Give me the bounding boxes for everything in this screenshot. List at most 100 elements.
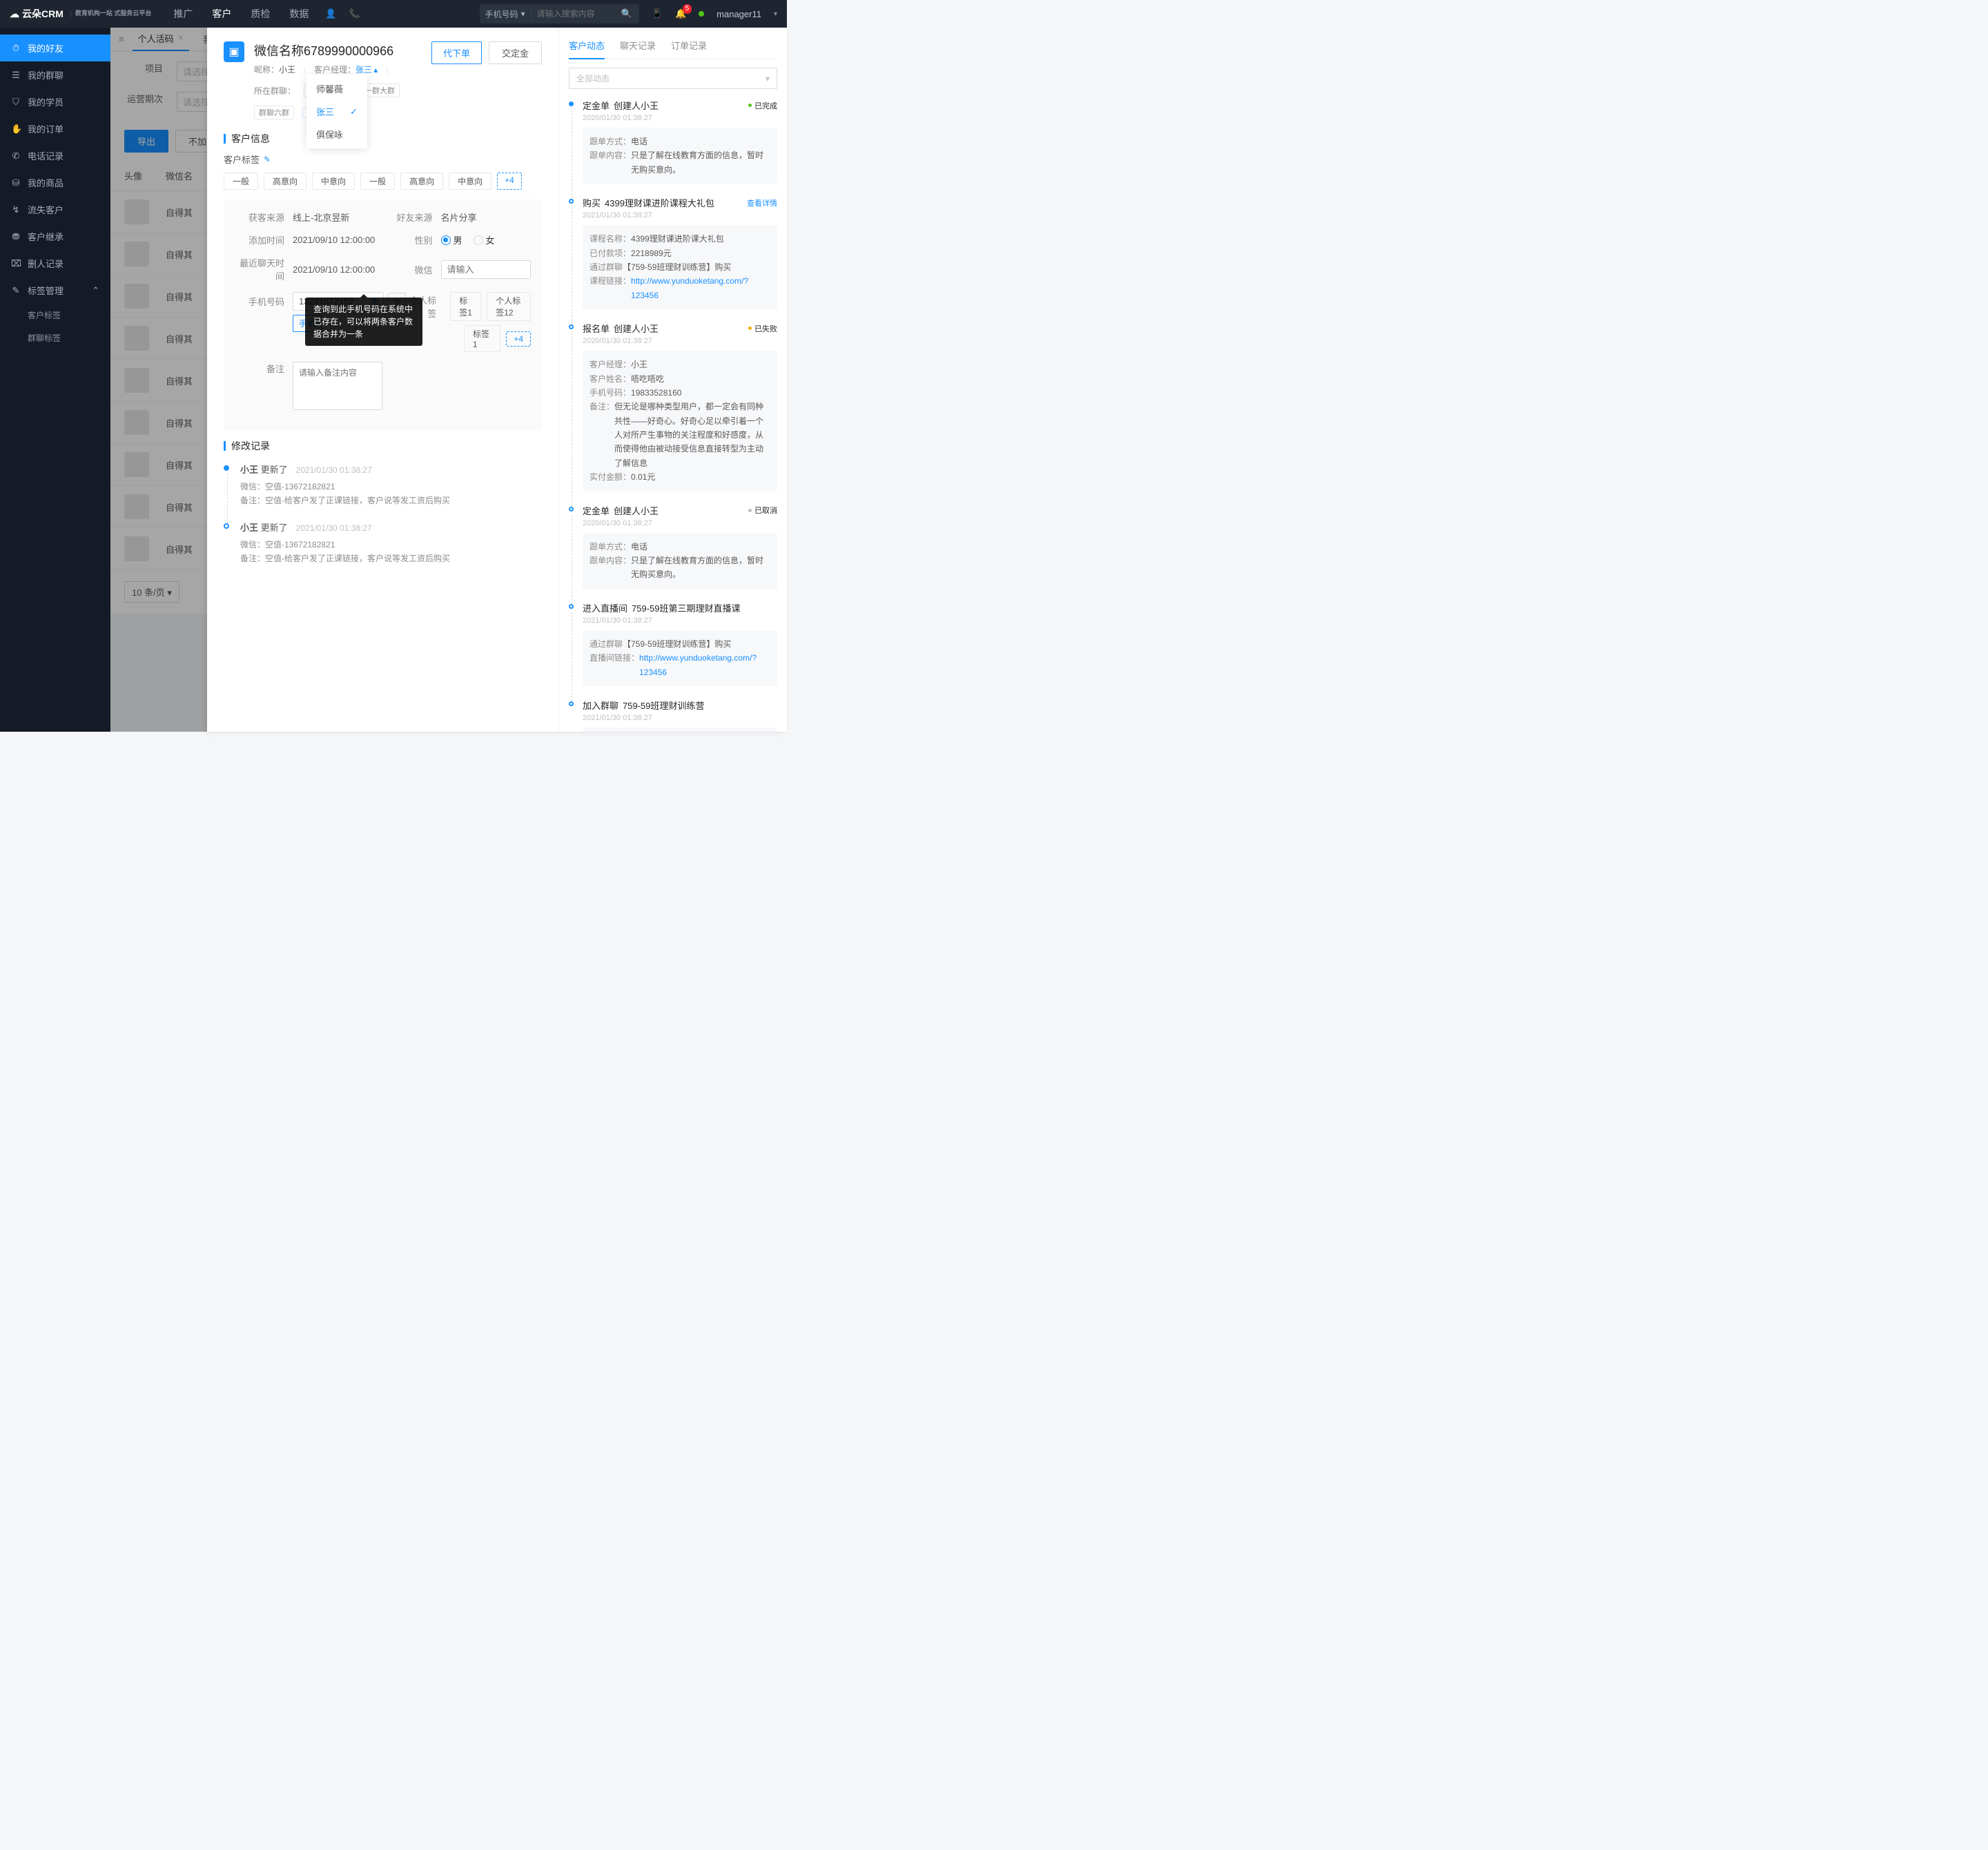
tab-orders[interactable]: 订单记录	[671, 39, 707, 59]
chevron-up-icon: ⌃	[92, 285, 99, 296]
sidebar-item-1[interactable]: ☰我的群聊	[0, 61, 110, 88]
header-actions: 代下单 交定金	[431, 41, 542, 64]
detail-right: 客户动态 聊天记录 订单记录 全部动态▾ 定金单创建人小王已完成2020/01/…	[559, 28, 787, 732]
tag[interactable]: 中意向	[449, 173, 491, 190]
tag[interactable]: 高意向	[400, 173, 443, 190]
topnav-promo[interactable]: 推广	[173, 7, 193, 21]
sidebar-icon: ☰	[11, 70, 21, 81]
tab-activity[interactable]: 客户动态	[569, 39, 605, 59]
group-tag[interactable]: 群聊六群	[254, 106, 294, 119]
activity-filter[interactable]: 全部动态▾	[569, 68, 777, 89]
radio-male[interactable]: 男	[441, 233, 462, 246]
section-customer-info: 客户信息	[224, 132, 542, 146]
sidebar-icon: ✆	[11, 150, 21, 162]
timeline-item: 加入群聊759-59班理财训练营2021/01/30 01:38:27入群方式：…	[569, 699, 777, 732]
bell-badge: 5	[683, 4, 692, 14]
sidebar-item-8[interactable]: ⌧删人记录	[0, 250, 110, 277]
sidebar-icon: ✋	[11, 124, 21, 135]
tag-more[interactable]: +4	[497, 173, 522, 190]
sidebar-icon: ↯	[11, 204, 21, 215]
sidebar-item-3[interactable]: ✋我的订单	[0, 115, 110, 142]
manager-dropdown-trigger[interactable]: 张三 ▴	[355, 64, 378, 75]
search-input[interactable]	[532, 9, 614, 19]
chevron-down-icon[interactable]: ▾	[774, 10, 777, 18]
sidebar: ⏱我的好友☰我的群聊⛉我的学员✋我的订单✆电话记录⛁我的商品↯流失客户⛃客户继承…	[0, 28, 110, 732]
timeline-item: 报名单创建人小王已失败2020/01/30 01:38:27客户经理：小王客户姓…	[569, 322, 777, 504]
tag[interactable]: 一般	[224, 173, 258, 190]
sidebar-sub-group-tag[interactable]: 群聊标签	[28, 327, 110, 349]
sidebar-icon: ⛁	[11, 177, 21, 188]
sidebar-icon: ✎	[11, 285, 21, 296]
timeline-item: 定金单创建人小王已取消2020/01/30 01:38:27跟单方式：电话跟单内…	[569, 504, 777, 601]
radio-female[interactable]: 女	[474, 233, 495, 246]
topnav-data[interactable]: 数据	[289, 7, 309, 21]
remark-textarea[interactable]	[293, 362, 382, 410]
dropdown-item[interactable]: 张三✓	[306, 100, 367, 123]
phone-icon[interactable]: 📞	[349, 8, 360, 19]
log-item: 小王 更新了2021/01/30 01:38:27微信：空值-136721828…	[224, 520, 542, 578]
top-icons: 👤 📞	[325, 8, 360, 19]
topnav-customer[interactable]: 客户	[212, 7, 231, 21]
logo-subtitle: 教育机构一站 式服务云平台	[70, 10, 152, 17]
logo: ☁ 云朵CRM 教育机构一站 式服务云平台	[10, 7, 151, 21]
tag[interactable]: 中意向	[312, 173, 355, 190]
personal-tag-more[interactable]: +4	[506, 331, 531, 347]
tag-header: 客户标签 ✎	[224, 153, 542, 166]
bell-icon[interactable]: 🔔5	[675, 8, 686, 19]
detail-title: 微信名称6789990000966	[254, 41, 422, 59]
dropdown-item[interactable]: 俱保咏	[306, 123, 367, 146]
timeline-item: 购买4399理财课进阶课程大礼包查看详情2021/01/30 01:38:27课…	[569, 196, 777, 322]
sidebar-item-2[interactable]: ⛉我的学员	[0, 88, 110, 115]
edit-icon[interactable]: ✎	[264, 155, 271, 164]
sidebar-item-7[interactable]: ⛃客户继承	[0, 223, 110, 250]
top-search: 手机号码▾ 🔍	[480, 4, 639, 23]
chevron-down-icon: ▾	[521, 9, 525, 19]
main: ≡ 个人活码✕ 我 项目 请选择 运营期次 请选择 导出 不加密导出 头	[110, 28, 787, 732]
sidebar-item-4[interactable]: ✆电话记录	[0, 142, 110, 169]
personal-tag[interactable]: 标签1	[464, 325, 500, 352]
user-name[interactable]: manager11	[717, 9, 761, 19]
deposit-button[interactable]: 交定金	[489, 41, 542, 64]
customer-tags: 一般 高意向 中意向 一般 高意向 中意向 +4	[224, 173, 542, 190]
detail-left: ▣ 微信名称6789990000966 昵称：小王 | 客户经理：张三 ▴ | …	[207, 28, 559, 732]
topbar: ☁ 云朵CRM 教育机构一站 式服务云平台 推广 客户 质检 数据 👤 📞 手机…	[0, 0, 787, 28]
sidebar-icon: ⌧	[11, 258, 21, 269]
sidebar-item-0[interactable]: ⏱我的好友	[0, 35, 110, 61]
user-icon[interactable]: 👤	[325, 8, 336, 19]
info-grid: 获客来源线上-北京昱新 好友来源名片分享 添加时间2021/09/10 12:0…	[224, 199, 542, 431]
tag[interactable]: 高意向	[264, 173, 306, 190]
detail-header: ▣ 微信名称6789990000966 昵称：小王 | 客户经理：张三 ▴ | …	[224, 41, 542, 119]
view-detail-link[interactable]: 查看详情	[747, 197, 777, 208]
right-tabs: 客户动态 聊天记录 订单记录	[569, 39, 777, 59]
overlay-mask[interactable]	[110, 28, 207, 732]
top-right: 📱 🔔5 manager11 ▾	[652, 8, 777, 19]
topnav: 推广 客户 质检 数据	[173, 7, 309, 21]
status-badge: 已失败	[748, 323, 777, 334]
wechat-input[interactable]	[441, 260, 531, 279]
sidebar-sub: 客户标签 群聊标签	[0, 304, 110, 349]
chevron-down-icon: ▾	[766, 74, 770, 84]
dropdown-item[interactable]: 师馨薇	[306, 77, 367, 100]
mobile-icon[interactable]: 📱	[652, 8, 663, 19]
sidebar-icon: ⛃	[11, 231, 21, 242]
tag[interactable]: 一般	[360, 173, 395, 190]
personal-tag[interactable]: 个人标签12	[487, 292, 531, 321]
phone-tooltip: 查询到此手机号码在系统中已存在，可以将两条客户数据合并为一条	[305, 298, 422, 346]
search-type-select[interactable]: 手机号码▾	[480, 8, 532, 20]
sidebar-item-6[interactable]: ↯流失客户	[0, 196, 110, 223]
proxy-order-button[interactable]: 代下单	[431, 41, 482, 64]
sidebar-sub-customer-tag[interactable]: 客户标签	[28, 304, 110, 327]
sidebar-item-5[interactable]: ⛁我的商品	[0, 169, 110, 196]
chevron-up-icon: ▴	[373, 65, 378, 75]
sidebar-item-9[interactable]: ✎标签管理⌃	[0, 277, 110, 304]
tab-chat[interactable]: 聊天记录	[620, 39, 656, 59]
search-icon[interactable]: 🔍	[614, 8, 639, 19]
sidebar-icon: ⛉	[11, 97, 21, 108]
log-item: 小王 更新了2021/01/30 01:38:27微信：空值-136721828…	[224, 463, 542, 520]
section-change-log: 修改记录	[224, 439, 542, 453]
topnav-qc[interactable]: 质检	[251, 7, 270, 21]
manager-dropdown: 师馨薇 张三✓ 俱保咏	[306, 75, 367, 148]
logo-icon: ☁	[10, 8, 19, 20]
user-status-dot	[699, 11, 704, 17]
personal-tag[interactable]: 标签1	[450, 292, 481, 321]
